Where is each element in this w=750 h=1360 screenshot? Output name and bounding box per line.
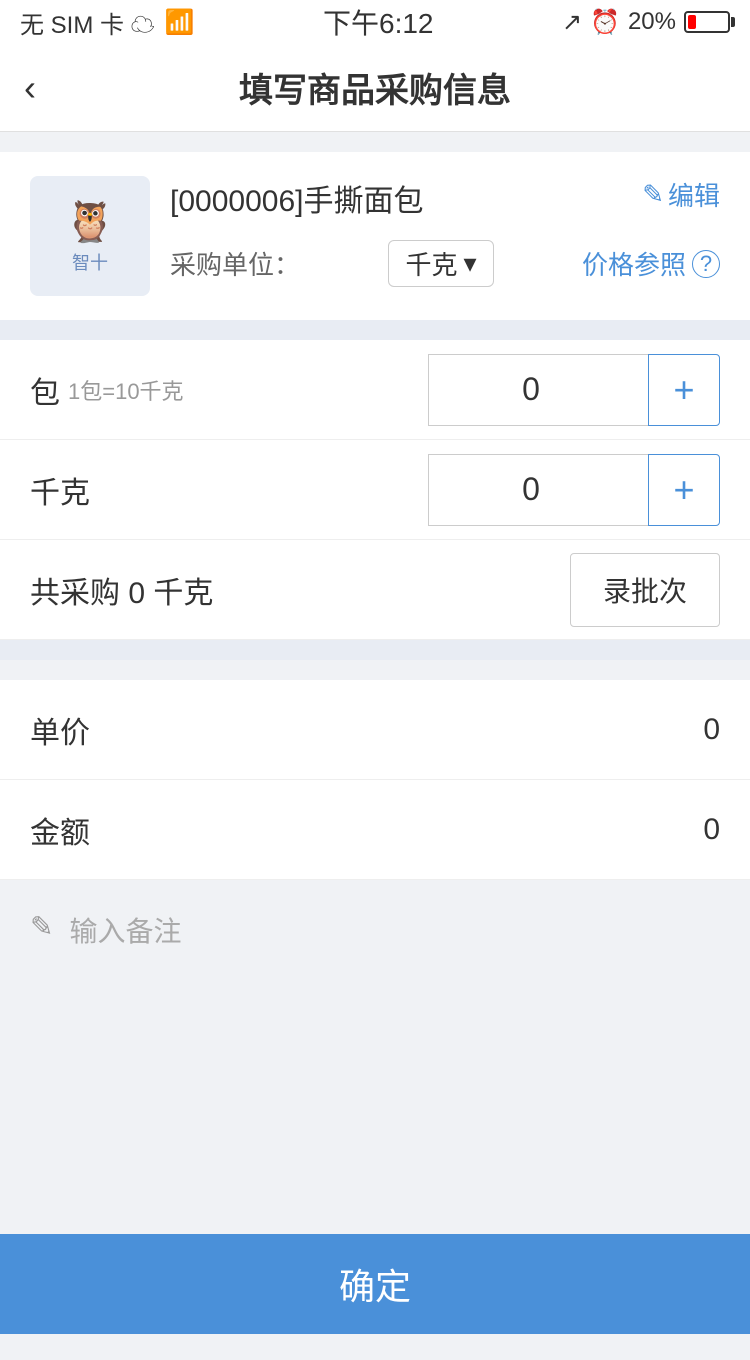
price-ref-help-icon: ? [692, 250, 720, 278]
product-card: 🦉 智十 [0000006]手撕面包 ✎ 编辑 采购单位： 千克 ▾ 价格参照 … [0, 152, 750, 320]
confirm-button[interactable]: 确定 [0, 1234, 750, 1334]
summary-row: 共采购 0 千克 录批次 [0, 540, 750, 640]
kg-number-input[interactable] [428, 454, 648, 526]
price-ref-label: 价格参照 [582, 245, 686, 282]
bao-input-row: 包 1包=10千克 + [0, 340, 750, 440]
bao-label: 包 [30, 368, 60, 412]
product-name: [0000006]手撕面包 [170, 176, 642, 220]
status-time: 下午6:12 [323, 2, 434, 42]
summary-text: 共采购 0 千克 [30, 568, 570, 612]
battery-icon [684, 11, 730, 33]
product-owl-icon: 🦉 [65, 198, 115, 245]
location-icon: ↗ [562, 8, 582, 37]
nav-bar: ‹ 填写商品采购信息 [0, 44, 750, 132]
edit-button[interactable]: ✎ 编辑 [642, 176, 720, 213]
product-unit-row: 采购单位： 千克 ▾ 价格参照 ? [170, 240, 720, 287]
kg-plus-button[interactable]: + [648, 454, 720, 526]
bao-input-section: 包 1包=10千克 + 千克 + [0, 340, 750, 540]
alarm-icon: ⏰ [590, 8, 620, 37]
bao-plus-button[interactable]: + [648, 354, 720, 426]
remark-section[interactable]: ✎ 输入备注 [0, 880, 750, 1000]
product-name-row: [0000006]手撕面包 ✎ 编辑 [170, 176, 720, 220]
bao-number-input[interactable] [428, 354, 648, 426]
section-divider-2 [0, 640, 750, 660]
price-reference-button[interactable]: 价格参照 ? [582, 245, 720, 282]
batch-button[interactable]: 录批次 [570, 553, 720, 627]
unit-label: 采购单位： [170, 245, 300, 282]
bao-sub-label: 1包=10千克 [68, 374, 428, 406]
edit-label: 编辑 [668, 176, 720, 213]
product-thumbnail: 🦉 智十 [30, 176, 150, 296]
amount-row: 金额 0 [0, 780, 750, 880]
unit-price-row: 单价 0 [0, 680, 750, 780]
wifi-icon: 📶 [165, 8, 195, 37]
status-left: 无 SIM 卡 ☁ 📶 [20, 5, 195, 40]
remark-placeholder: 输入备注 [69, 910, 181, 950]
remark-icon: ✎ [30, 910, 53, 943]
dropdown-icon: ▾ [463, 248, 476, 279]
kg-input-row: 千克 + [0, 440, 750, 540]
edit-icon: ✎ [642, 179, 664, 210]
kg-label: 千克 [30, 468, 90, 512]
amount-value: 0 [703, 813, 720, 847]
unit-value: 千克 [405, 245, 457, 282]
unit-dropdown[interactable]: 千克 ▾ [388, 240, 493, 287]
bao-input-control: + [428, 354, 720, 426]
product-info: [0000006]手撕面包 ✎ 编辑 采购单位： 千克 ▾ 价格参照 ? [170, 176, 720, 287]
unit-price-label: 单价 [30, 708, 703, 752]
amount-label: 金额 [30, 808, 703, 852]
kg-input-control: + [428, 454, 720, 526]
product-thumb-label: 智十 [72, 249, 108, 275]
sim-label: 无 SIM 卡 ☁ [20, 5, 155, 40]
battery-percent: 20% [628, 8, 676, 36]
unit-price-value: 0 [703, 713, 720, 747]
status-right: ↗ ⏰ 20% [562, 8, 730, 37]
status-bar: 无 SIM 卡 ☁ 📶 下午6:12 ↗ ⏰ 20% [0, 0, 750, 44]
back-button[interactable]: ‹ [24, 67, 36, 109]
section-divider-1 [0, 320, 750, 340]
page-title: 填写商品采购信息 [239, 63, 511, 112]
price-section: 单价 0 金额 0 [0, 680, 750, 880]
